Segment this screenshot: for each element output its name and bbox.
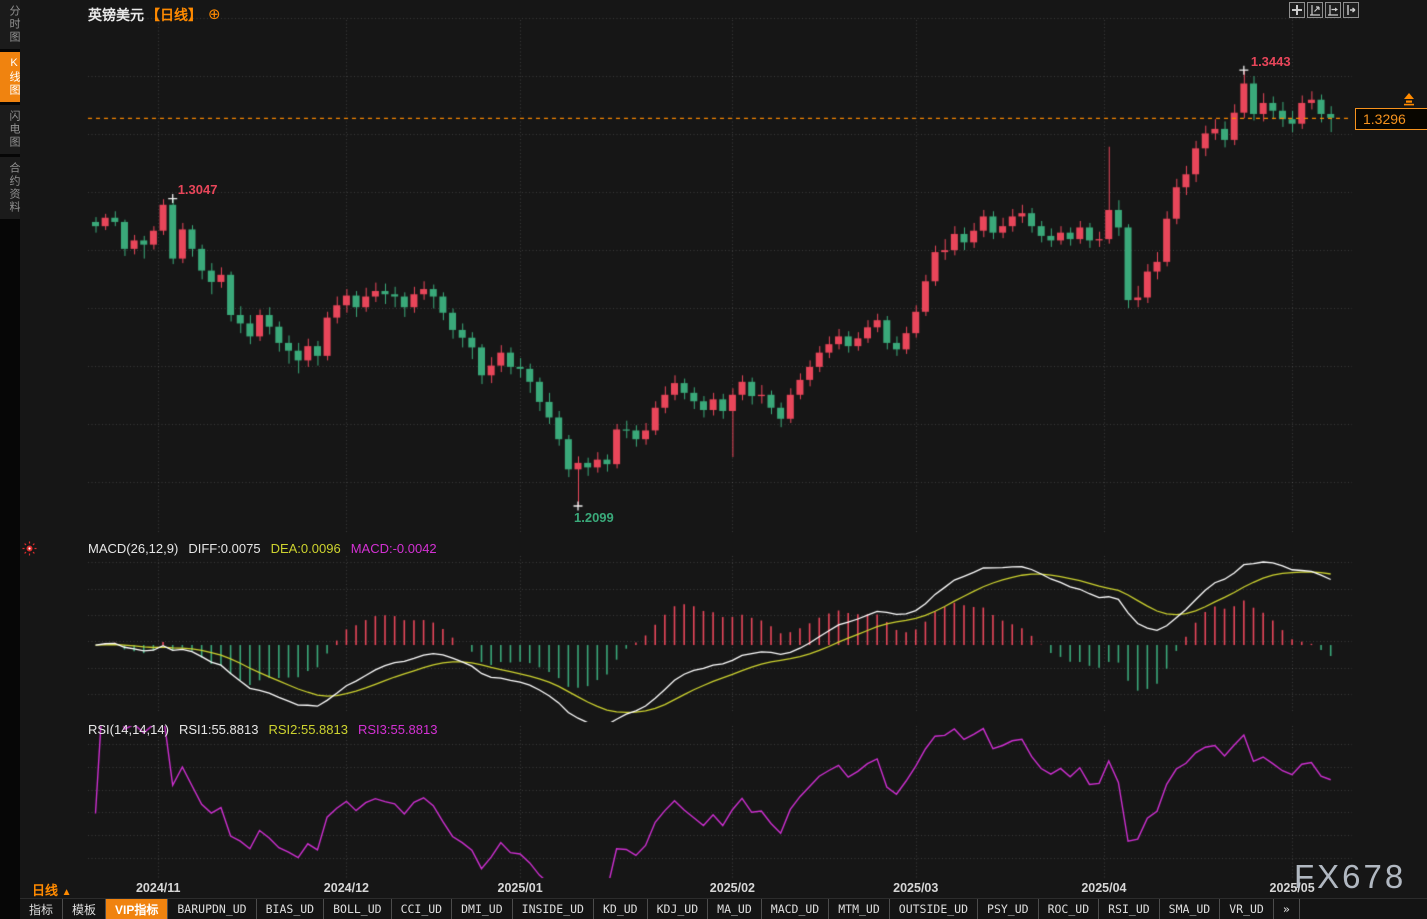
macd-title-label: MACD(26,12,9) [88, 541, 179, 556]
watermark: FX678 [1294, 858, 1407, 895]
x-axis-month-label: 2025/04 [1081, 881, 1127, 895]
rsi1-value: RSI1:55.8813 [178, 722, 259, 737]
move-to-latest-icon[interactable] [1343, 2, 1359, 18]
toolbar-item-ma_ud[interactable]: MA_UD [708, 899, 762, 919]
sidebar-item-3[interactable]: 合约资料 [0, 157, 20, 219]
current-price-badge: 1.3296 [1355, 107, 1427, 130]
sidebar-item-2[interactable]: 闪电图 [0, 105, 20, 154]
macd-diff-value: DIFF:0.0075 [188, 541, 261, 556]
low-price-annotation: 1.2099 [574, 509, 614, 525]
toolbar-item-macd_ud[interactable]: MACD_UD [762, 899, 830, 919]
x-axis-month-label: 2025/03 [893, 881, 939, 895]
x-axis-month-label: 2025/01 [497, 881, 543, 895]
toolbar-item-barupdn_ud[interactable]: BARUPDN_UD [168, 899, 257, 919]
x-axis-row: 日线 ▲ 2024/11 2024/12 2025/01 2025/02 2025/03… [20, 879, 1427, 899]
indicator-settings-icon[interactable] [22, 541, 37, 556]
fit-chart-icon[interactable] [1289, 2, 1305, 18]
timeframe-arrow-icon: ▲ [61, 887, 72, 898]
toolbar-item-inside_ud[interactable]: INSIDE_UD [513, 899, 594, 919]
toolbar-item-mtm_ud[interactable]: MTM_UD [829, 899, 890, 919]
toolbar-item-outside_ud[interactable]: OUTSIDE_UD [890, 899, 979, 919]
scale-x-axis-icon[interactable] [1325, 2, 1341, 18]
period-label: 【日线】 [146, 7, 202, 23]
toolbar-item-[interactable]: 指标 [20, 899, 64, 919]
chart-toolbar-icons [1289, 2, 1359, 18]
toolbar-item-psy_ud[interactable]: PSY_UD [978, 899, 1039, 919]
add-compare-icon[interactable]: ⊕ [208, 7, 221, 22]
rsi-title-label: RSI(14,14,14) [88, 722, 169, 737]
peak-price-annotation: 1.3443 [1250, 54, 1291, 70]
rsi-panel-title: RSI(14,14,14) RSI1:55.8813 RSI2:55.8813 … [88, 722, 437, 737]
macd-dea-value: DEA:0.0096 [270, 541, 341, 556]
toolbar-item-kd_ud[interactable]: KD_UD [594, 899, 648, 919]
sidebar-item-1[interactable]: K线图 [0, 52, 20, 102]
symbol-title: 英镑美元 [88, 7, 144, 23]
chart-canvas[interactable] [0, 0, 1427, 919]
chart-title-bar: 英镑美元 【日线】 ⊕ [88, 5, 221, 25]
x-axis-month-label: 2024/12 [323, 881, 369, 895]
scale-y-axis-icon[interactable] [1307, 2, 1323, 18]
macd-bar-value: MACD:-0.0042 [350, 541, 437, 556]
toolbar-item-vip[interactable]: VIP指标 [106, 899, 169, 919]
macd-panel-title: MACD(26,12,9) DIFF:0.0075 DEA:0.0096 MAC… [88, 541, 437, 556]
toolbar-item-bias_ud[interactable]: BIAS_UD [257, 899, 325, 919]
latest-price-arrow-icon[interactable] [1400, 92, 1418, 106]
toolbar-item-sma_ud[interactable]: SMA_UD [1160, 899, 1221, 919]
toolbar-item-rsi_ud[interactable]: RSI_UD [1099, 899, 1160, 919]
rsi2-value: RSI2:55.8813 [268, 722, 348, 737]
chart-type-sidebar: 分时图 K线图闪电图合约资料 [0, 0, 20, 919]
trading-app: 分时图 K线图 闪电图 合约资料 英镑美元 【日线】 ⊕ MACD(26,12,… [0, 0, 1427, 919]
toolbar-item-cci_ud[interactable]: CCI_UD [392, 899, 453, 919]
indicator-toolbar: 指标 模板 VIP指标 BARUPDN_UD BIAS_UD BOLL_UD CCI_UD D… [20, 898, 1427, 919]
sidebar-item-0[interactable]: 分时图 [0, 0, 20, 49]
timeframe-selector[interactable]: 日线 ▲ [32, 880, 72, 899]
toolbar-item-roc_ud[interactable]: ROC_UD [1039, 899, 1100, 919]
x-axis-month-label: 2025/02 [709, 881, 755, 895]
high-price-annotation: 1.3047 [177, 181, 218, 197]
toolbar-item-vr_ud[interactable]: VR_UD [1220, 899, 1274, 919]
toolbar-item-[interactable]: » [1274, 899, 1300, 919]
toolbar-item-kdj_ud[interactable]: KDJ_UD [648, 899, 709, 919]
toolbar-item-dmi_ud[interactable]: DMI_UD [452, 899, 513, 919]
toolbar-item-[interactable]: 模板 [63, 899, 107, 919]
x-axis-month-label: 2024/11 [135, 881, 181, 895]
toolbar-item-boll_ud[interactable]: BOLL_UD [324, 899, 392, 919]
rsi3-value: RSI3:55.8813 [357, 722, 438, 737]
